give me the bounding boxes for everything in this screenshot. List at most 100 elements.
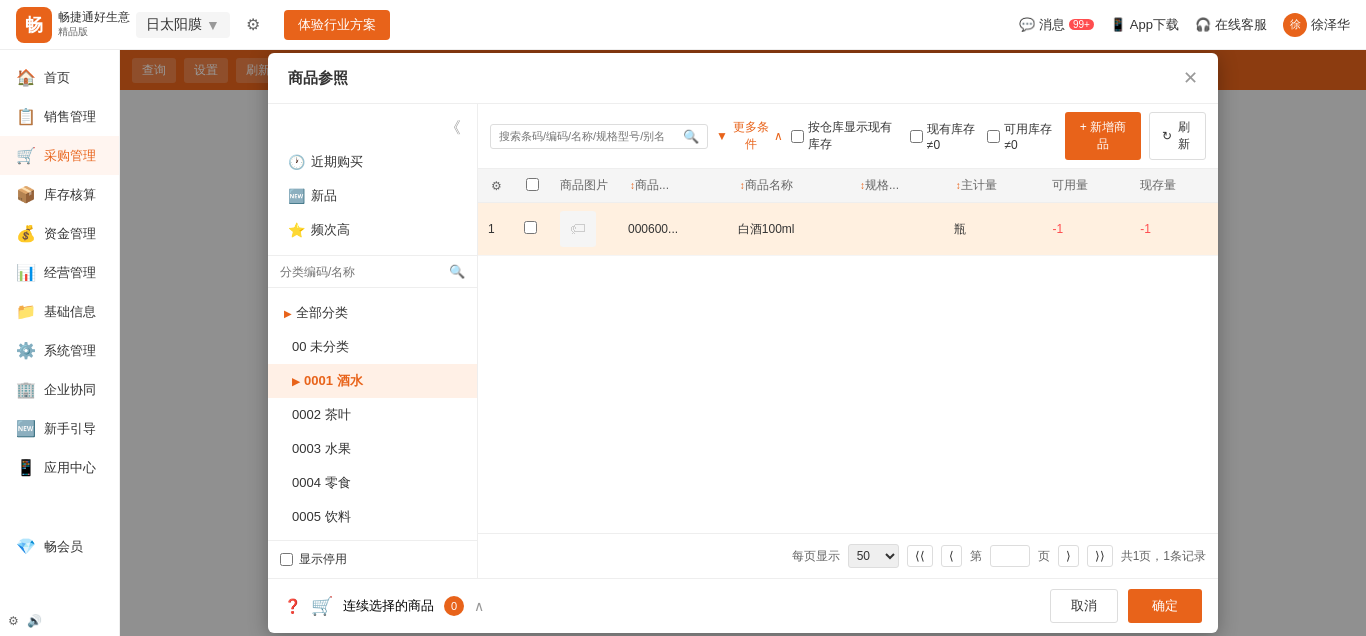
category-search-input[interactable] <box>280 265 443 279</box>
sidebar-item-enterprise[interactable]: 🏢 企业协同 <box>0 370 119 409</box>
app-download-item[interactable]: 📱 App下载 <box>1110 16 1179 34</box>
product-search-icon[interactable]: 🔍 <box>683 129 699 144</box>
topbar-right: 💬 消息 99+ 📱 App下载 🎧 在线客服 徐 徐泽华 <box>1019 13 1350 37</box>
commodity-modal: 商品参照 ✕ 《 🕐 近期购买 <box>268 53 1218 633</box>
sidebar-item-sales[interactable]: 📋 销售管理 <box>0 97 119 136</box>
row-select-checkbox[interactable] <box>524 221 537 234</box>
row-stock: -1 <box>1130 203 1218 256</box>
category-0002[interactable]: 0002 茶叶 <box>268 398 477 432</box>
experience-btn[interactable]: 体验行业方案 <box>284 10 390 40</box>
messages-item[interactable]: 💬 消息 99+ <box>1019 16 1094 34</box>
sidebar-item-member[interactable]: 💎 畅会员 <box>0 527 119 566</box>
topbar: 畅 畅捷通好生意 精品版 日太阳膜 ▼ ⚙ 体验行业方案 💬 消息 99+ 📱 … <box>0 0 1366 50</box>
th-unit: ↕ 主计量 <box>944 169 1043 203</box>
nav-frequent[interactable]: ⭐ 频次高 <box>280 215 465 245</box>
th-checkbox <box>514 169 550 203</box>
nav-recent[interactable]: 🕐 近期购买 <box>280 147 465 177</box>
usable-ne0-label[interactable]: 可用库存≠0 <box>987 121 1057 152</box>
product-search-input[interactable] <box>499 130 679 142</box>
stock-ne0-checkbox[interactable] <box>910 130 923 143</box>
modal-left-top: 《 🕐 近期购买 🆕 新品 ⭐ <box>268 104 477 256</box>
row-checkbox <box>514 203 550 256</box>
th-name: ↕ 商品名称 <box>728 169 848 203</box>
refresh-icon: ↻ <box>1162 129 1172 143</box>
row-available: -1 <box>1042 203 1130 256</box>
next-page-btn[interactable]: ⟩ <box>1058 545 1079 567</box>
system-icon: ⚙️ <box>16 341 36 360</box>
category-0003[interactable]: 0003 水果 <box>268 432 477 466</box>
arrow-icon: ▶ <box>284 308 292 319</box>
category-0005[interactable]: 0005 饮料 <box>268 500 477 534</box>
category-0001[interactable]: ▶ 0001 酒水 <box>268 364 477 398</box>
layout: 🏠 首页 📋 销售管理 🛒 采购管理 📦 库存核算 💰 资金管理 📊 经营管理 … <box>0 50 1366 636</box>
topbar-center: 日太阳膜 ▼ ⚙ 体验行业方案 <box>136 10 1019 40</box>
volume-icon[interactable]: 🔊 <box>27 614 42 628</box>
sidebar-item-inventory[interactable]: 📦 库存核算 <box>0 175 119 214</box>
arrow-icon: ▶ <box>292 376 300 387</box>
settings-icon[interactable]: ⚙ <box>491 179 502 193</box>
page-input[interactable]: 1 <box>990 545 1030 567</box>
gear-icon[interactable]: ⚙ <box>246 15 260 34</box>
add-product-btn[interactable]: + 新增商品 <box>1065 112 1141 160</box>
frequent-icon: ⭐ <box>288 222 305 238</box>
filter-btn[interactable]: ▼ 更多条件 ∧ <box>716 119 783 153</box>
th-available: 可用量 <box>1042 169 1130 203</box>
prev-page-btn[interactable]: ⟨ <box>941 545 962 567</box>
select-all-checkbox[interactable] <box>526 178 539 191</box>
cart-icon[interactable]: 🛒 <box>311 595 333 617</box>
sales-icon: 📋 <box>16 107 36 126</box>
stock-ne0-label[interactable]: 现有库存≠0 <box>910 121 980 152</box>
chevron-down-icon: ▼ <box>206 17 220 33</box>
warehouse-display-checkbox[interactable] <box>791 130 804 143</box>
category-search: 🔍 <box>268 256 477 288</box>
confirm-btn[interactable]: 确定 <box>1128 589 1202 623</box>
collapse-footer-icon[interactable]: ∧ <box>474 598 484 614</box>
sidebar-item-home[interactable]: 🏠 首页 <box>0 58 119 97</box>
first-page-btn[interactable]: ⟨⟨ <box>907 545 933 567</box>
sidebar-item-finance[interactable]: 💰 资金管理 <box>0 214 119 253</box>
category-all[interactable]: ▶ 全部分类 <box>268 296 477 330</box>
category-list: ▶ 全部分类 00 未分类 ▶ 0001 酒水 0002 茶 <box>268 288 477 540</box>
user-item[interactable]: 徐 徐泽华 <box>1283 13 1350 37</box>
product-table-container: ⚙ 商品图片 <box>478 169 1218 533</box>
th-spec: ↕ 规格... <box>848 169 944 203</box>
sidebar-item-appstore[interactable]: 📱 应用中心 <box>0 448 119 487</box>
settings-icon[interactable]: ⚙ <box>8 614 19 628</box>
company-selector[interactable]: 日太阳膜 ▼ <box>136 12 230 38</box>
modal-body: 《 🕐 近期购买 🆕 新品 ⭐ <box>268 104 1218 578</box>
last-page-btn[interactable]: ⟩⟩ <box>1087 545 1113 567</box>
nav-new[interactable]: 🆕 新品 <box>280 181 465 211</box>
customer-service-item[interactable]: 🎧 在线客服 <box>1195 16 1267 34</box>
table-row[interactable]: 1 🏷 <box>478 203 1218 256</box>
footer-actions: 取消 确定 <box>1050 589 1202 623</box>
page-suffix: 页 <box>1038 548 1050 565</box>
warehouse-display-label[interactable]: 按仓库显示现有库存 <box>791 119 902 153</box>
sidebar-item-basic[interactable]: 📁 基础信息 <box>0 292 119 331</box>
refresh-btn[interactable]: ↻ 刷新 <box>1149 112 1206 160</box>
th-code: ↕ 商品... <box>618 169 728 203</box>
close-icon[interactable]: ✕ <box>1183 67 1198 89</box>
show-disabled-label[interactable]: 显示停用 <box>299 551 347 568</box>
row-spec <box>848 203 944 256</box>
sidebar-item-operations[interactable]: 📊 经营管理 <box>0 253 119 292</box>
sidebar-item-guide[interactable]: 🆕 新手引导 <box>0 409 119 448</box>
row-name: 白酒100ml <box>728 203 848 256</box>
collapse-btn[interactable]: 《 <box>441 114 465 143</box>
sidebar-item-purchase[interactable]: 🛒 采购管理 <box>0 136 119 175</box>
per-page-select[interactable]: 50 100 200 <box>848 544 899 568</box>
guide-icon: 🆕 <box>16 419 36 438</box>
show-disabled-checkbox[interactable] <box>280 553 293 566</box>
category-00[interactable]: 00 未分类 <box>268 330 477 364</box>
username: 徐泽华 <box>1311 16 1350 34</box>
category-0004[interactable]: 0004 零食 <box>268 466 477 500</box>
appstore-icon: 📱 <box>16 458 36 477</box>
cancel-btn[interactable]: 取消 <box>1050 589 1118 623</box>
help-icon[interactable]: ❓ <box>284 598 301 614</box>
th-image: 商品图片 <box>550 169 618 203</box>
message-icon: 💬 <box>1019 17 1035 32</box>
modal-overlay: 商品参照 ✕ 《 🕐 近期购买 <box>120 50 1366 636</box>
category-search-icon[interactable]: 🔍 <box>449 264 465 279</box>
sidebar-item-system[interactable]: ⚙️ 系统管理 <box>0 331 119 370</box>
page-label: 第 <box>970 548 982 565</box>
usable-ne0-checkbox[interactable] <box>987 130 1000 143</box>
